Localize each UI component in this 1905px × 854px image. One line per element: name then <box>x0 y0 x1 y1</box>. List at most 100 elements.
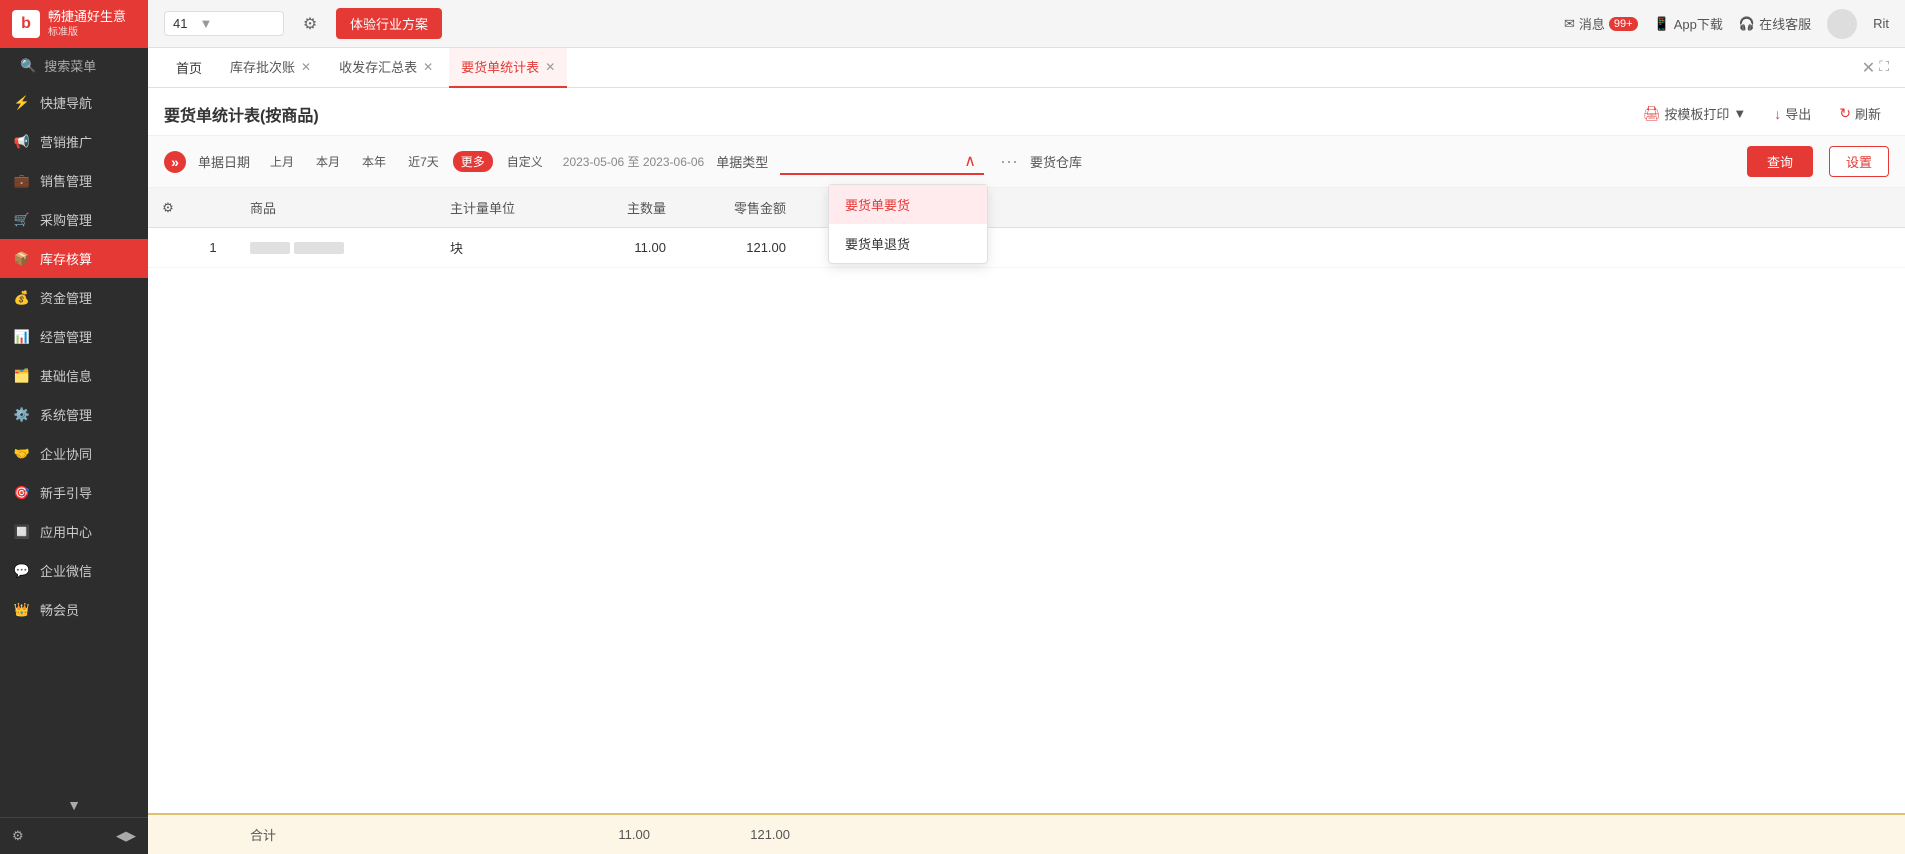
logo-icon: b <box>12 10 40 38</box>
app-download-link[interactable]: 📱 App下载 <box>1654 14 1723 33</box>
tab-inventory-batch[interactable]: 库存批次账 ✕ <box>218 48 323 88</box>
print-dropdown-icon: ▼ <box>1733 106 1746 121</box>
refresh-button[interactable]: ↻ 刷新 <box>1831 100 1889 127</box>
td-seq: 1 <box>188 228 238 268</box>
search-icon: 🔍 <box>20 58 36 74</box>
guide-icon: 🎯 <box>12 485 32 501</box>
footer-amount: 121.00 <box>670 827 790 842</box>
td-amount: 121.00 <box>678 228 798 268</box>
print-button[interactable]: 🖨 按模板打印 ▼ <box>1635 100 1755 127</box>
enterprise-icon: 🤝 <box>12 446 32 462</box>
sidebar-bottom: ⚙ ◀▶ <box>0 817 148 854</box>
user-name: Rit <box>1873 16 1889 31</box>
tab-receive-summary[interactable]: 收发存汇总表 ✕ <box>327 48 445 88</box>
tab-expand-buttons: ✕ ⛶ <box>1862 58 1889 78</box>
filter-expand-button[interactable]: » <box>164 151 186 173</box>
sidebar-item-inventory[interactable]: 📦 库存核算 <box>0 239 148 278</box>
collapse-sidebar-icon[interactable]: ◀▶ <box>116 828 136 844</box>
industry-button[interactable]: 体验行业方案 <box>336 8 442 39</box>
sidebar-logo: b 畅捷通好生意 标准版 <box>0 0 148 48</box>
sidebar-scroll-down[interactable]: ▼ <box>0 793 148 817</box>
last-month-btn[interactable]: 上月 <box>262 151 302 172</box>
table-row: 1 块 11.00 121.00 <box>148 228 1905 268</box>
sales-icon: 💼 <box>12 173 32 189</box>
refresh-icon: ↻ <box>1839 105 1851 122</box>
sidebar-item-wechat[interactable]: 💬 企业微信 <box>0 551 148 590</box>
tab-close-order-stats[interactable]: ✕ <box>545 60 555 74</box>
message-icon: ✉ <box>1564 16 1575 32</box>
footer-label: 合计 <box>250 825 410 844</box>
data-table: ⚙ 商品 主计量单位 主数量 零售金额 1 <box>148 188 1905 268</box>
type-filter-input-wrapper[interactable]: ∧ <box>780 149 984 175</box>
tab-bar: 首页 库存批次账 ✕ 收发存汇总表 ✕ 要货单统计表 ✕ ✕ ⛶ <box>148 48 1905 88</box>
header-right: ✉ 消息 99+ 📱 App下载 🎧 在线客服 Rit <box>1564 9 1889 39</box>
breadcrumb-selector[interactable]: 41 ▼ <box>164 11 284 36</box>
product-bar-1 <box>250 242 290 254</box>
td-product <box>238 228 438 268</box>
operation-icon: 📊 <box>12 329 32 345</box>
online-service-link[interactable]: 🎧 在线客服 <box>1739 14 1811 33</box>
filter-bar: » 单据日期 上月 本月 本年 近7天 更多 自定义 2023-05-06 至 … <box>148 136 1905 188</box>
header-left: 41 ▼ ⚙ 体验行业方案 <box>164 8 442 39</box>
tab-window-expand-icon[interactable]: ⛶ <box>1879 58 1889 78</box>
breadcrumb-arrow: ▼ <box>199 16 212 31</box>
td-settings <box>148 228 188 268</box>
sidebar-item-operation[interactable]: 📊 经营管理 <box>0 317 148 356</box>
settings-button[interactable]: 设置 <box>1829 146 1889 177</box>
user-avatar[interactable] <box>1827 9 1857 39</box>
filter-more-options-icon[interactable]: ··· <box>1000 151 1018 172</box>
sidebar-item-enterprise[interactable]: 🤝 企业协同 <box>0 434 148 473</box>
product-bar-2 <box>294 242 344 254</box>
settings-bottom-icon[interactable]: ⚙ <box>12 828 24 844</box>
sidebar-item-basic[interactable]: 🗂️ 基础信息 <box>0 356 148 395</box>
dropdown-item-delivery[interactable]: 要货单要货 <box>829 185 987 224</box>
sidebar-item-guide[interactable]: 🎯 新手引导 <box>0 473 148 512</box>
th-seq <box>188 188 238 228</box>
th-product: 商品 <box>238 188 438 228</box>
query-button[interactable]: 查询 <box>1747 146 1813 177</box>
app-download-icon: 📱 <box>1654 16 1670 32</box>
sidebar: b 畅捷通好生意 标准版 🔍 搜索菜单 ⚡ 快捷导航 📢 营销推广 💼 销售管理… <box>0 0 148 854</box>
sidebar-item-app-center[interactable]: 🔲 应用中心 <box>0 512 148 551</box>
column-settings-icon[interactable]: ⚙ <box>162 200 174 215</box>
type-filter-collapse-icon[interactable]: ∧ <box>964 151 976 171</box>
page-content: 要货单统计表(按商品) 🖨 按模板打印 ▼ ↓ 导出 ↻ 刷新 » <box>148 88 1905 854</box>
sidebar-item-system[interactable]: ⚙️ 系统管理 <box>0 395 148 434</box>
print-icon: 🖨 <box>1643 105 1661 122</box>
tab-home[interactable]: 首页 <box>164 48 214 88</box>
top-header: 41 ▼ ⚙ 体验行业方案 ✉ 消息 99+ 📱 App下载 🎧 在线客服 Ri… <box>148 0 1905 48</box>
inventory-icon: 📦 <box>12 251 32 267</box>
sidebar-item-marketing[interactable]: 📢 营销推广 <box>0 122 148 161</box>
th-settings[interactable]: ⚙ <box>148 188 188 228</box>
header-settings-icon[interactable]: ⚙ <box>296 10 324 38</box>
td-qty: 11.00 <box>558 228 678 268</box>
quick-nav-icon: ⚡ <box>12 95 32 111</box>
finance-icon: 💰 <box>12 290 32 306</box>
this-month-btn[interactable]: 本月 <box>308 151 348 172</box>
type-filter-input[interactable] <box>788 153 964 168</box>
sidebar-item-finance[interactable]: 💰 资金管理 <box>0 278 148 317</box>
tab-order-stats[interactable]: 要货单统计表 ✕ <box>449 48 567 88</box>
export-button[interactable]: ↓ 导出 <box>1766 100 1819 127</box>
custom-date-btn[interactable]: 自定义 <box>499 151 551 172</box>
marketing-icon: 📢 <box>12 134 32 150</box>
tab-close-receive-summary[interactable]: ✕ <box>423 60 433 74</box>
sidebar-item-purchase[interactable]: 🛒 采购管理 <box>0 200 148 239</box>
sidebar-item-member[interactable]: 👑 畅会员 <box>0 590 148 629</box>
sidebar-search[interactable]: 🔍 搜索菜单 <box>0 48 148 83</box>
type-filter-label: 单据类型 <box>716 152 768 171</box>
export-icon: ↓ <box>1774 106 1781 122</box>
system-icon: ⚙️ <box>12 407 32 423</box>
sidebar-item-quick-nav[interactable]: ⚡ 快捷导航 <box>0 83 148 122</box>
this-year-btn[interactable]: 本年 <box>354 151 394 172</box>
more-dates-btn[interactable]: 更多 <box>453 151 493 172</box>
purchase-icon: 🛒 <box>12 212 32 228</box>
sidebar-item-sales[interactable]: 💼 销售管理 <box>0 161 148 200</box>
type-dropdown: 要货单要货 要货单退货 <box>828 184 988 264</box>
main-area: 41 ▼ ⚙ 体验行业方案 ✉ 消息 99+ 📱 App下载 🎧 在线客服 Ri… <box>148 0 1905 854</box>
dropdown-item-return[interactable]: 要货单退货 <box>829 224 987 263</box>
tab-close-inventory-batch[interactable]: ✕ <box>301 60 311 74</box>
tab-window-close-icon[interactable]: ✕ <box>1862 58 1875 78</box>
last-7-days-btn[interactable]: 近7天 <box>400 151 447 172</box>
message-badge[interactable]: ✉ 消息 99+ <box>1564 14 1638 33</box>
